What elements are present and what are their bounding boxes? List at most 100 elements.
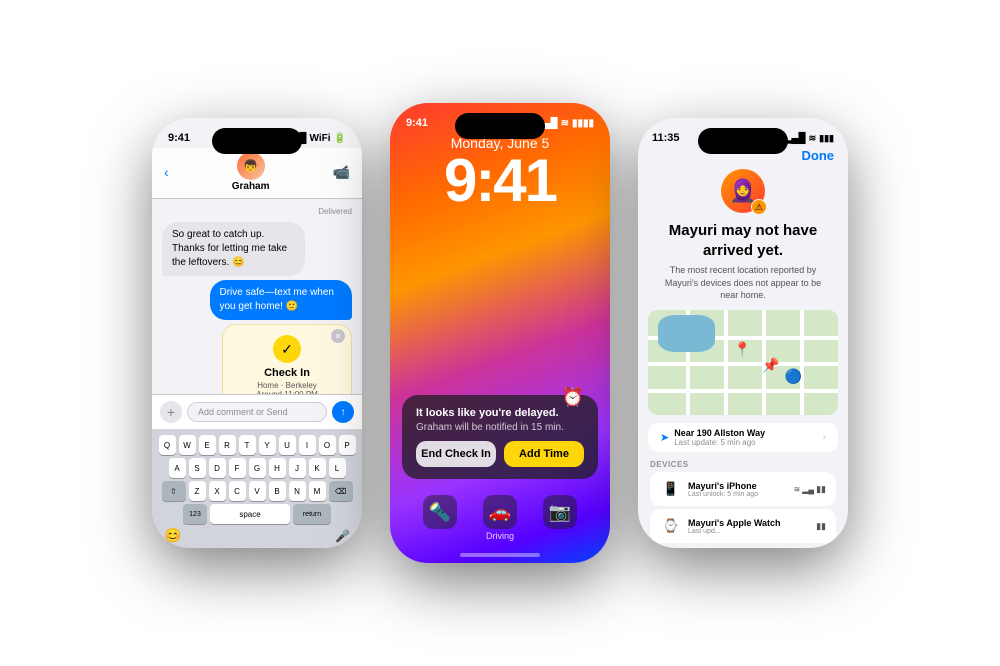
location-details: Near 190 Allston Way Last update: 5 min … bbox=[674, 428, 765, 447]
checkin-close-button[interactable]: ✕ bbox=[331, 329, 345, 343]
lock-dock: 🔦 🚗 Driving 📷 bbox=[390, 487, 610, 553]
key-w[interactable]: W bbox=[179, 435, 196, 455]
phone-3-findmy: 11:35 ▂▄█ ≋ ▮▮▮ Done 🧕 ⚠ Mayuri may not … bbox=[638, 118, 848, 548]
key-i[interactable]: I bbox=[299, 435, 316, 455]
back-button[interactable]: ‹ bbox=[164, 164, 169, 180]
device-watch-left: ⌚ Mayuri's Apple Watch Last upd... bbox=[660, 515, 781, 537]
watch-status-icons: ▮▮ bbox=[816, 521, 826, 532]
contact-avatar-findmy: 🧕 ⚠ bbox=[721, 169, 765, 213]
key-x[interactable]: X bbox=[209, 481, 226, 501]
key-y[interactable]: Y bbox=[259, 435, 276, 455]
map-pin-2: 📌 bbox=[762, 357, 779, 374]
key-q[interactable]: Q bbox=[159, 435, 176, 455]
device-row-iphone: 📱 Mayuri's iPhone Last unlock: 5 min ago… bbox=[650, 472, 836, 506]
messages-input-area: + Add comment or Send ↑ bbox=[152, 394, 362, 429]
key-u[interactable]: U bbox=[279, 435, 296, 455]
contact-name: Graham bbox=[232, 181, 270, 192]
watch-device-time: Last upd... bbox=[688, 528, 781, 535]
findmy-status-time: 11:35 bbox=[652, 132, 680, 144]
key-b[interactable]: B bbox=[269, 481, 286, 501]
checkin-detail-1: Home · Berkeley bbox=[233, 381, 341, 390]
key-k[interactable]: K bbox=[309, 458, 326, 478]
map-background: 📍 📌 🔵 bbox=[648, 310, 838, 415]
iphone-device-icon: 📱 bbox=[660, 478, 682, 500]
key-h[interactable]: H bbox=[269, 458, 286, 478]
chevron-right-icon: › bbox=[823, 432, 826, 443]
outgoing-bubble-1: Drive safe—text me when you get home! 🙂 bbox=[210, 280, 353, 320]
contact-info: 👦 Graham bbox=[232, 152, 270, 192]
lock-status-time: 9:41 bbox=[406, 117, 428, 129]
key-space[interactable]: space bbox=[210, 504, 290, 524]
watch-device-name: Mayuri's Apple Watch bbox=[688, 518, 781, 528]
key-delete[interactable]: ⌫ bbox=[329, 481, 353, 501]
messages-body: Delivered So great to catch up. Thanks f… bbox=[152, 199, 362, 394]
keyboard-row-1: Q W E R T Y U I O P bbox=[156, 435, 358, 455]
message-input[interactable]: Add comment or Send bbox=[187, 402, 327, 422]
key-g[interactable]: G bbox=[249, 458, 266, 478]
watch-device-icon: ⌚ bbox=[660, 515, 682, 537]
key-r[interactable]: R bbox=[219, 435, 236, 455]
notif-action-buttons: End Check In Add Time bbox=[416, 441, 584, 467]
flashlight-icon: 🔦 bbox=[429, 502, 451, 523]
key-c[interactable]: C bbox=[229, 481, 246, 501]
end-checkin-button[interactable]: End Check In bbox=[416, 441, 496, 467]
checkin-card: ✕ ✓ Check In Home · Berkeley Around 11:0… bbox=[222, 324, 352, 394]
iphone-battery-icon: ▮▮ bbox=[816, 484, 826, 495]
messages-header: ‹ 👦 Graham 📹 bbox=[152, 148, 362, 199]
camera-dock-icon[interactable]: 📷 bbox=[543, 495, 577, 529]
location-update-time: Last update: 5 min ago bbox=[674, 438, 765, 447]
key-l[interactable]: L bbox=[329, 458, 346, 478]
emoji-key[interactable]: 😊 bbox=[164, 527, 181, 544]
mic-key[interactable]: 🎤 bbox=[335, 529, 350, 543]
status-time-1: 9:41 bbox=[168, 132, 190, 144]
checkin-title: Check In bbox=[233, 367, 341, 379]
warning-badge: ⚠ bbox=[751, 199, 767, 215]
key-return[interactable]: return bbox=[293, 504, 331, 524]
key-o[interactable]: O bbox=[319, 435, 336, 455]
keyboard-row-2: A S D F G H J K L bbox=[156, 458, 358, 478]
key-numbers[interactable]: 123 bbox=[183, 504, 207, 524]
incoming-bubble-1: So great to catch up. Thanks for letting… bbox=[162, 222, 305, 276]
key-n[interactable]: N bbox=[289, 481, 306, 501]
key-j[interactable]: J bbox=[289, 458, 306, 478]
key-s[interactable]: S bbox=[189, 458, 206, 478]
phone-1-messages: 9:41 ▂▄█ WiFi 🔋 ‹ 👦 Graham 📹 Delivered bbox=[152, 118, 362, 548]
key-a[interactable]: A bbox=[169, 458, 186, 478]
key-f[interactable]: F bbox=[229, 458, 246, 478]
video-call-icon[interactable]: 📹 bbox=[333, 164, 350, 181]
add-attachment-button[interactable]: + bbox=[160, 401, 182, 423]
lockscreen: 9:41 ▂▄█ ≋ ▮▮▮▮ Monday, June 5 9:41 ⏰ It… bbox=[390, 103, 610, 563]
findmy-screen: 11:35 ▂▄█ ≋ ▮▮▮ Done 🧕 ⚠ Mayuri may not … bbox=[638, 118, 848, 548]
watch-battery-icon: ▮▮ bbox=[816, 521, 826, 532]
car-icon: 🚗 bbox=[489, 502, 511, 523]
alert-title: Mayuri may not have arrived yet. bbox=[638, 221, 848, 260]
location-map: 📍 📌 🔵 bbox=[648, 310, 838, 415]
key-z[interactable]: Z bbox=[189, 481, 206, 501]
iphone-device-info: Mayuri's iPhone Last unlock: 5 min ago bbox=[688, 481, 758, 498]
phone-2-lockscreen: 9:41 ▂▄█ ≋ ▮▮▮▮ Monday, June 5 9:41 ⏰ It… bbox=[390, 103, 610, 563]
checkin-icon: ✓ bbox=[273, 335, 301, 363]
key-m[interactable]: M bbox=[309, 481, 326, 501]
key-d[interactable]: D bbox=[209, 458, 226, 478]
dynamic-island-1 bbox=[212, 128, 302, 154]
delivered-label: Delivered bbox=[162, 207, 352, 216]
key-v[interactable]: V bbox=[249, 481, 266, 501]
send-button[interactable]: ↑ bbox=[332, 401, 354, 423]
messages-screen: 9:41 ▂▄█ WiFi 🔋 ‹ 👦 Graham 📹 Delivered bbox=[152, 118, 362, 548]
driving-dock-icon[interactable]: 🚗 bbox=[483, 495, 517, 529]
flashlight-dock-icon[interactable]: 🔦 bbox=[423, 495, 457, 529]
camera-icon: 📷 bbox=[549, 502, 571, 523]
device-row-watch: ⌚ Mayuri's Apple Watch Last upd... ▮▮ bbox=[650, 509, 836, 543]
notif-title: It looks like you're delayed. bbox=[416, 407, 584, 419]
keyboard-bottom: 😊 🎤 bbox=[156, 527, 358, 544]
key-t[interactable]: T bbox=[239, 435, 256, 455]
home-indicator-2 bbox=[460, 553, 540, 557]
key-e[interactable]: E bbox=[199, 435, 216, 455]
done-button[interactable]: Done bbox=[802, 148, 835, 163]
key-p[interactable]: P bbox=[339, 435, 356, 455]
add-time-button[interactable]: Add Time bbox=[504, 441, 584, 467]
location-row[interactable]: ➤ Near 190 Allston Way Last update: 5 mi… bbox=[648, 423, 838, 452]
findmy-battery-icon: ▮▮▮ bbox=[819, 133, 834, 144]
key-shift[interactable]: ⇧ bbox=[162, 481, 186, 501]
location-info: ➤ Near 190 Allston Way Last update: 5 mi… bbox=[660, 428, 765, 447]
